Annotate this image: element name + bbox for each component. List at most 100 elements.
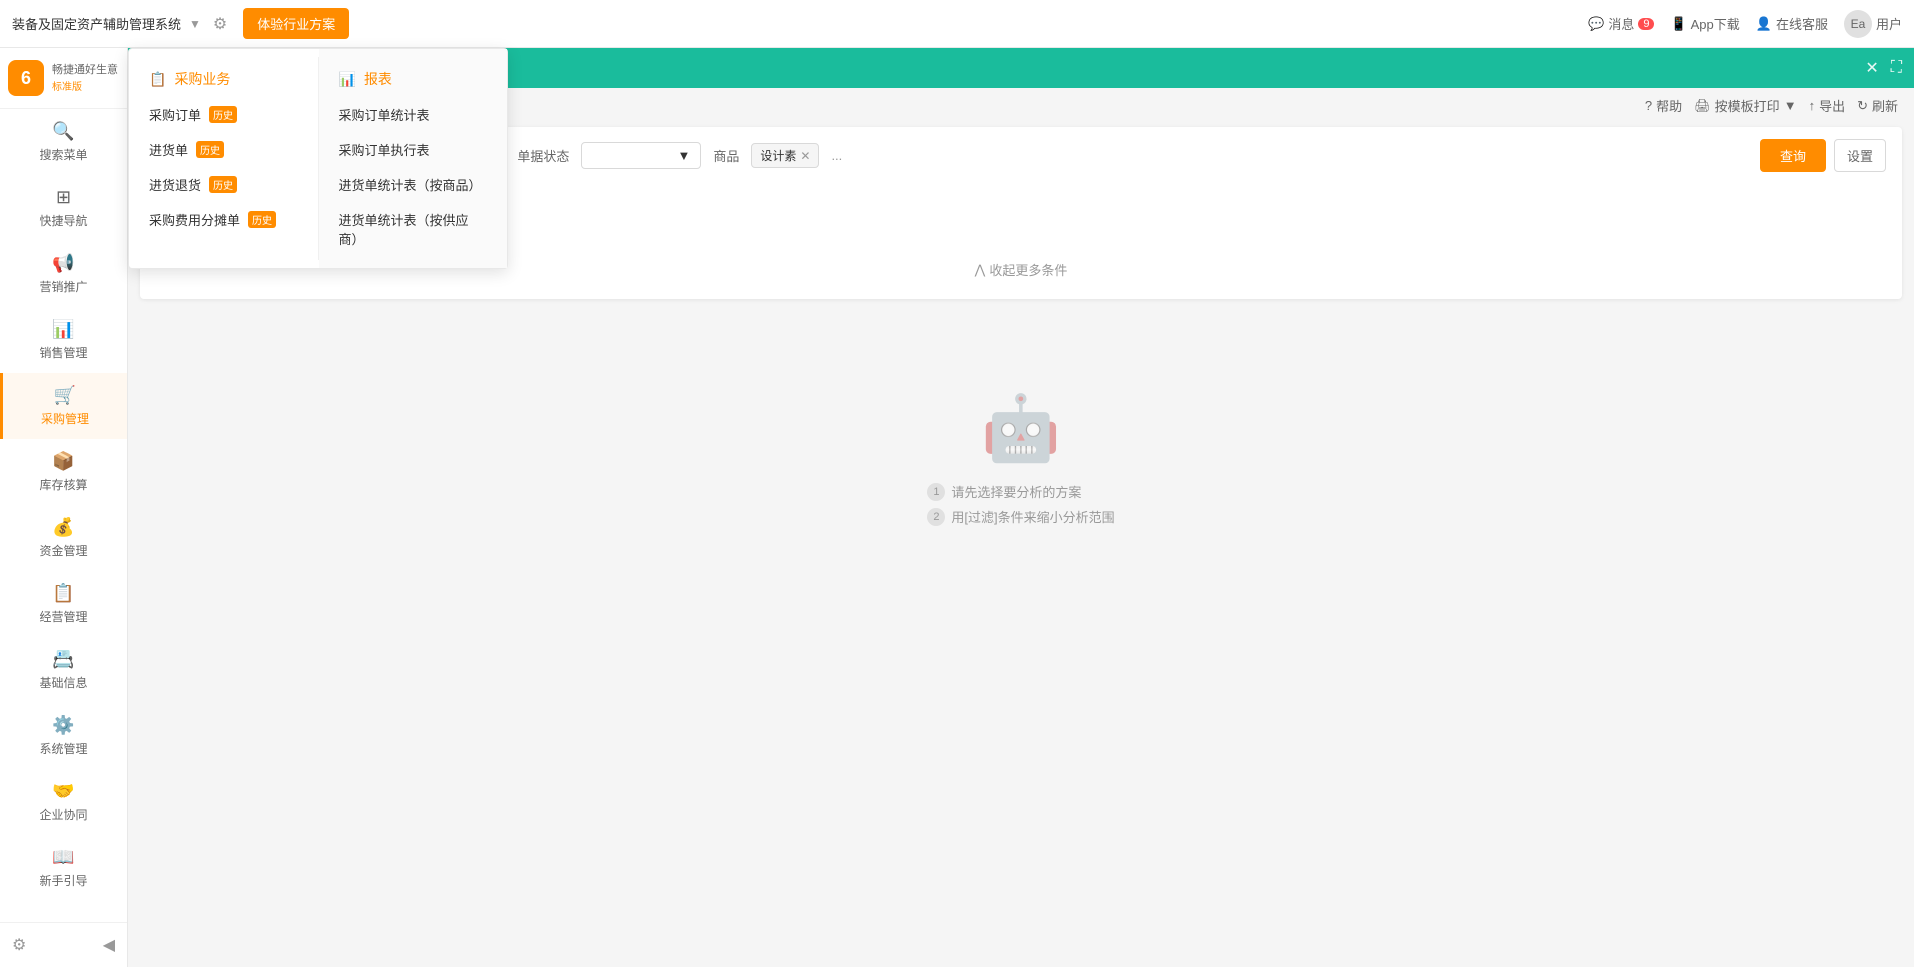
return-hist: 历史 [209,176,237,193]
order-exec-label: 采购订单执行表 [339,140,430,159]
export-btn[interactable]: ↑ 导出 [1809,96,1846,115]
dropdown-item-inbound[interactable]: 进货单 历史 [129,132,318,167]
enterprise-icon: 🤝 [52,781,74,802]
purchase-header-title: 采购业务 [174,69,230,89]
system-dropdown-icon[interactable]: ▼ [189,17,201,31]
marketing-icon: 📢 [52,253,74,274]
hint-num-1: 1 [927,483,945,501]
sidebar-logo: 6 畅捷通好生意 标准版 [0,48,127,109]
user-menu[interactable]: Ea 用户 [1844,10,1902,38]
purchase-icon: 🛒 [54,385,76,406]
tab-restore-icon[interactable]: ⛶ [1891,59,1902,77]
print-label: 按模板打印 [1715,96,1780,115]
tab-close-all-icon[interactable]: ✕ [1865,58,1878,78]
system-icon: ⚙️ [52,715,74,736]
order-stats-label: 采购订单统计表 [339,105,430,124]
grid-icon: ⊞ [56,187,71,208]
top-bar-left: 装备及固定资产辅助管理系统 ▼ ⚙ 体验行业方案 [12,8,349,39]
industry-btn[interactable]: 体验行业方案 [243,8,349,39]
logo-name: 畅捷通好生意 [52,63,118,78]
sidebar-label-basic-info: 基础信息 [39,674,87,691]
cost-alloc-label: 采购费用分摊单 [149,210,240,229]
basic-info-icon: 📇 [52,649,74,670]
collapse-up-icon: ⋀ [975,262,986,278]
sidebar-item-guide[interactable]: 📖 新手引导 [0,835,127,901]
sidebar-bottom: ⚙ ◀ [0,922,127,967]
purchase-col-header: 📋 采购业务 [129,61,318,97]
user-avatar: Ea [1844,10,1872,38]
sidebar-item-purchase[interactable]: 🛒 采购管理 [0,373,127,439]
dropdown-item-inbound-stats-supplier[interactable]: 进货单统计表（按供应商） [319,202,508,256]
purchase-order-hist: 历史 [209,106,237,123]
sidebar-item-finance[interactable]: 💰 资金管理 [0,505,127,571]
messages-badge: 9 [1638,18,1654,30]
goods-tag[interactable]: 设计素 ✕ [751,143,819,168]
settings-icon[interactable]: ⚙ [213,14,227,34]
hint-num-2: 2 [927,508,945,526]
online-service-label: 在线客服 [1776,14,1828,33]
sidebar-label-purchase: 采购管理 [41,410,89,427]
export-icon: ↑ [1809,98,1816,113]
inbound-hist: 历史 [196,141,224,158]
system-title: 装备及固定资产辅助管理系统 [12,14,181,33]
online-service-btn[interactable]: 👤 在线客服 [1756,14,1828,33]
purchase-col: 📋 采购业务 采购订单 历史 进货单 历史 进货退货 历史 采购费用分摊单 历史 [129,49,318,268]
goods-tag-close[interactable]: ✕ [800,149,810,163]
dropdown-item-return[interactable]: 进货退货 历史 [129,167,318,202]
top-bar: 装备及固定资产辅助管理系统 ▼ ⚙ 体验行业方案 💬 消息 9 📱 App下载 … [0,0,1914,48]
return-label: 进货退货 [149,175,201,194]
inventory-icon: 📦 [52,451,74,472]
dropdown-item-inbound-stats-goods[interactable]: 进货单统计表（按商品） [319,167,508,202]
dropdown-item-purchase-order[interactable]: 采购订单 历史 [129,97,318,132]
sidebar-item-quick-nav[interactable]: ⊞ 快捷导航 [0,175,127,241]
doc-status-dropdown-icon: ▼ [677,148,690,163]
inbound-label: 进货单 [149,140,188,159]
doc-status-label: 单据状态 [517,146,569,165]
hint-text-2: 用[过滤]条件来缩小分析范围 [951,507,1114,526]
export-label: 导出 [1819,96,1845,115]
dropdown-item-order-exec[interactable]: 采购订单执行表 [319,132,508,167]
print-dropdown-icon: ▼ [1784,98,1797,113]
goods-more[interactable]: ... [831,148,842,163]
hint-text-1: 请先选择要分析的方案 [951,482,1081,501]
sidebar-item-operations[interactable]: 📋 经营管理 [0,571,127,637]
report-col: 📊 报表 采购订单统计表 采购订单执行表 进货单统计表（按商品） 进货单统计表（… [319,49,508,268]
sidebar-item-system[interactable]: ⚙️ 系统管理 [0,703,127,769]
sidebar-label-enterprise: 企业协同 [39,806,87,823]
sidebar-label-search: 搜索菜单 [39,146,87,163]
phone-icon: 📱 [1670,16,1686,32]
report-header-icon: 📊 [339,71,356,88]
query-btn[interactable]: 查询 [1760,139,1826,172]
doc-status-select[interactable]: ▼ [581,142,701,169]
help-btn[interactable]: ? 帮助 [1645,96,1682,115]
sidebar-item-search[interactable]: 🔍 搜索菜单 [0,109,127,175]
refresh-btn[interactable]: ↻ 刷新 [1857,96,1898,115]
sidebar-label-system: 系统管理 [39,740,87,757]
sidebar-item-enterprise[interactable]: 🤝 企业协同 [0,769,127,835]
collapse-label: 收起更多条件 [989,260,1067,279]
sidebar-collapse-btn[interactable]: ◀ [103,935,115,955]
app-download-btn[interactable]: 📱 App下载 [1670,14,1739,33]
empty-state-illustration: 🤖 [981,391,1061,466]
empty-hints: 1 请先选择要分析的方案 2 用[过滤]条件来缩小分析范围 [927,482,1114,532]
sidebar-item-sales[interactable]: 📊 销售管理 [0,307,127,373]
print-btn[interactable]: 🖨 按模板打印 ▼ [1694,96,1796,115]
refresh-icon: ↻ [1857,98,1868,114]
sidebar-label-operations: 经营管理 [39,608,87,625]
finance-icon: 💰 [52,517,74,538]
messages-btn[interactable]: 💬 消息 9 [1588,14,1654,33]
sidebar-item-inventory[interactable]: 📦 库存核算 [0,439,127,505]
sidebar-settings-btn[interactable]: ⚙ [12,935,26,955]
inbound-stats-supplier-label: 进货单统计表（按供应商） [339,210,488,248]
dropdown-item-order-stats[interactable]: 采购订单统计表 [319,97,508,132]
purchase-header-icon: 📋 [149,71,166,88]
sidebar-item-marketing[interactable]: 📢 营销推广 [0,241,127,307]
sidebar-label-sales: 销售管理 [39,344,87,361]
dropdown-item-cost-alloc[interactable]: 采购费用分摊单 历史 [129,202,318,237]
setting-btn[interactable]: 设置 [1834,139,1886,172]
goods-label: 商品 [713,146,739,165]
goods-tag-value: 设计素 [760,147,796,164]
hint-item-2: 2 用[过滤]条件来缩小分析范围 [927,507,1114,526]
sidebar-item-basic-info[interactable]: 📇 基础信息 [0,637,127,703]
guide-icon: 📖 [52,847,74,868]
